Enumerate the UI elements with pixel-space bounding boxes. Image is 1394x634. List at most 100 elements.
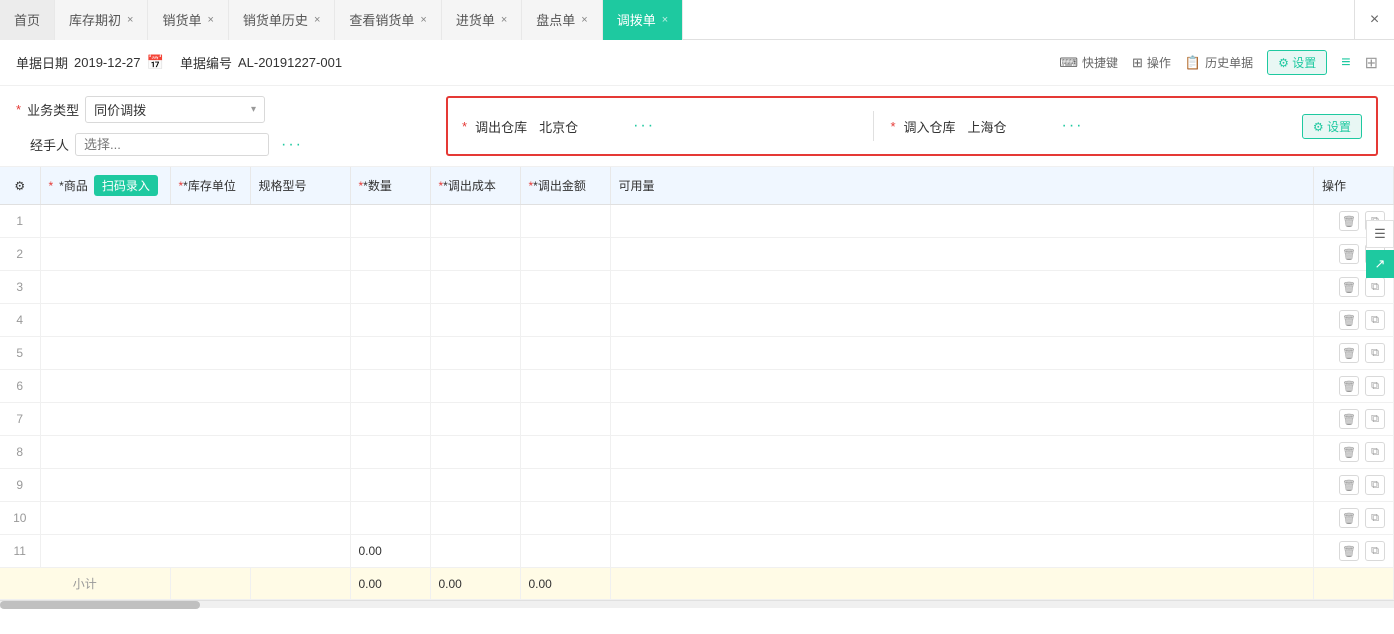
row-copy-icon[interactable]: ⧉ bbox=[1365, 475, 1385, 495]
col-header-settings[interactable]: ⚙ bbox=[0, 167, 40, 205]
tab-view-sales-close[interactable]: × bbox=[420, 14, 426, 26]
row-product[interactable] bbox=[40, 436, 350, 469]
row-copy-icon[interactable]: ⧉ bbox=[1365, 541, 1385, 561]
row-copy-icon[interactable]: ⧉ bbox=[1365, 277, 1385, 297]
row-product[interactable] bbox=[40, 370, 350, 403]
row-product[interactable] bbox=[40, 205, 350, 238]
row-product[interactable] bbox=[40, 337, 350, 370]
tab-sales-order-close[interactable]: × bbox=[207, 14, 213, 26]
tab-inventory-init[interactable]: 库存期初 × bbox=[55, 0, 148, 40]
row-delete-icon[interactable]: 🗑 bbox=[1339, 376, 1359, 396]
row-cost[interactable] bbox=[430, 436, 520, 469]
row-product[interactable] bbox=[40, 403, 350, 436]
row-delete-icon[interactable]: 🗑 bbox=[1339, 211, 1359, 231]
tab-purchase-order-close[interactable]: × bbox=[501, 14, 507, 26]
row-delete-icon[interactable]: 🗑 bbox=[1339, 442, 1359, 462]
float-list-btn[interactable]: ☰ bbox=[1366, 220, 1394, 248]
row-product[interactable] bbox=[40, 304, 350, 337]
settings-button[interactable]: ⚙ 设置 bbox=[1267, 50, 1327, 75]
table-settings-icon[interactable]: ⚙ bbox=[14, 179, 25, 193]
tab-sales-order[interactable]: 销货单 × bbox=[148, 0, 228, 40]
tab-inventory-count-close[interactable]: × bbox=[581, 14, 587, 26]
row-cost[interactable] bbox=[430, 469, 520, 502]
row-delete-icon[interactable]: 🗑 bbox=[1339, 310, 1359, 330]
row-amount[interactable] bbox=[520, 469, 610, 502]
row-cost[interactable] bbox=[430, 205, 520, 238]
row-product[interactable] bbox=[40, 238, 350, 271]
row-cost[interactable] bbox=[430, 403, 520, 436]
warehouse-in-more-btn[interactable]: ··· bbox=[1056, 117, 1090, 135]
scroll-track[interactable] bbox=[0, 600, 1394, 608]
row-qty[interactable] bbox=[350, 436, 430, 469]
float-export-btn[interactable]: ↗ bbox=[1366, 250, 1394, 278]
tab-transfer-order-close[interactable]: × bbox=[662, 14, 668, 26]
row-amount[interactable] bbox=[520, 271, 610, 304]
row-amount[interactable] bbox=[520, 502, 610, 535]
tab-inventory-init-close[interactable]: × bbox=[127, 14, 133, 26]
row-copy-icon[interactable]: ⧉ bbox=[1365, 409, 1385, 429]
row-amount[interactable] bbox=[520, 205, 610, 238]
row-delete-icon[interactable]: 🗑 bbox=[1339, 409, 1359, 429]
row-cost[interactable] bbox=[430, 238, 520, 271]
scan-button[interactable]: 扫码录入 bbox=[94, 175, 158, 196]
row-cost[interactable] bbox=[430, 502, 520, 535]
row-amount[interactable] bbox=[520, 403, 610, 436]
tab-sales-history-close[interactable]: × bbox=[314, 14, 320, 26]
row-product[interactable] bbox=[40, 469, 350, 502]
row-amount[interactable] bbox=[520, 436, 610, 469]
row-qty[interactable] bbox=[350, 403, 430, 436]
row-qty[interactable] bbox=[350, 205, 430, 238]
row-delete-icon[interactable]: 🗑 bbox=[1339, 277, 1359, 297]
row-delete-icon[interactable]: 🗑 bbox=[1339, 475, 1359, 495]
shortcut-action[interactable]: ⌨ 快捷键 bbox=[1059, 54, 1118, 71]
handler-more-btn[interactable]: ··· bbox=[275, 136, 309, 154]
row-cost[interactable] bbox=[430, 271, 520, 304]
row-qty[interactable] bbox=[350, 337, 430, 370]
row-qty[interactable] bbox=[350, 370, 430, 403]
row-delete-icon[interactable]: 🗑 bbox=[1339, 508, 1359, 528]
warehouse-out-more-btn[interactable]: ··· bbox=[627, 117, 661, 135]
history-action[interactable]: 📋 历史单据 bbox=[1185, 54, 1253, 71]
row-product[interactable] bbox=[40, 535, 350, 568]
row-qty[interactable] bbox=[350, 502, 430, 535]
row-qty[interactable] bbox=[350, 271, 430, 304]
window-close-button[interactable]: × bbox=[1354, 0, 1394, 40]
row-qty[interactable] bbox=[350, 469, 430, 502]
row-product[interactable] bbox=[40, 271, 350, 304]
view-toggle-grid-icon[interactable]: ⊞ bbox=[1365, 53, 1378, 73]
row-copy-icon[interactable]: ⧉ bbox=[1365, 442, 1385, 462]
tab-inventory-count[interactable]: 盘点单 × bbox=[522, 0, 602, 40]
row-amount[interactable] bbox=[520, 370, 610, 403]
warehouse-in-value[interactable]: 上海仓 bbox=[968, 117, 1048, 136]
warehouse-out-value[interactable]: 北京仓 bbox=[539, 117, 619, 136]
business-type-select[interactable]: 同价调拨 ▾ bbox=[85, 96, 265, 123]
row-amount[interactable] bbox=[520, 337, 610, 370]
ops-action[interactable]: ⊞ 操作 bbox=[1132, 54, 1171, 71]
row-delete-icon[interactable]: 🗑 bbox=[1339, 244, 1359, 264]
tab-purchase-order[interactable]: 进货单 × bbox=[442, 0, 522, 40]
tab-transfer-order[interactable]: 调拨单 × bbox=[603, 0, 683, 40]
row-amount[interactable] bbox=[520, 304, 610, 337]
row-amount[interactable] bbox=[520, 238, 610, 271]
row-cost[interactable] bbox=[430, 337, 520, 370]
tab-home[interactable]: 首页 bbox=[0, 0, 55, 40]
tab-sales-history[interactable]: 销货单历史 × bbox=[229, 0, 335, 40]
tab-view-sales[interactable]: 查看销货单 × bbox=[335, 0, 441, 40]
handler-input[interactable] bbox=[75, 133, 269, 156]
row-product[interactable] bbox=[40, 502, 350, 535]
warehouse-settings-button[interactable]: ⚙ 设置 bbox=[1302, 114, 1362, 139]
row-copy-icon[interactable]: ⧉ bbox=[1365, 310, 1385, 330]
date-value[interactable]: 2019-12-27 bbox=[74, 55, 141, 70]
row-delete-icon[interactable]: 🗑 bbox=[1339, 541, 1359, 561]
row-copy-icon[interactable]: ⧉ bbox=[1365, 343, 1385, 363]
row-qty[interactable] bbox=[350, 304, 430, 337]
row-delete-icon[interactable]: 🗑 bbox=[1339, 343, 1359, 363]
scroll-thumb[interactable] bbox=[0, 601, 200, 609]
row-cost[interactable] bbox=[430, 370, 520, 403]
view-toggle-list-icon[interactable]: ≡ bbox=[1341, 54, 1350, 72]
row-copy-icon[interactable]: ⧉ bbox=[1365, 376, 1385, 396]
row-cost[interactable] bbox=[430, 304, 520, 337]
row-qty[interactable] bbox=[350, 238, 430, 271]
calendar-icon[interactable]: 📅 bbox=[147, 54, 164, 71]
row-copy-icon[interactable]: ⧉ bbox=[1365, 508, 1385, 528]
